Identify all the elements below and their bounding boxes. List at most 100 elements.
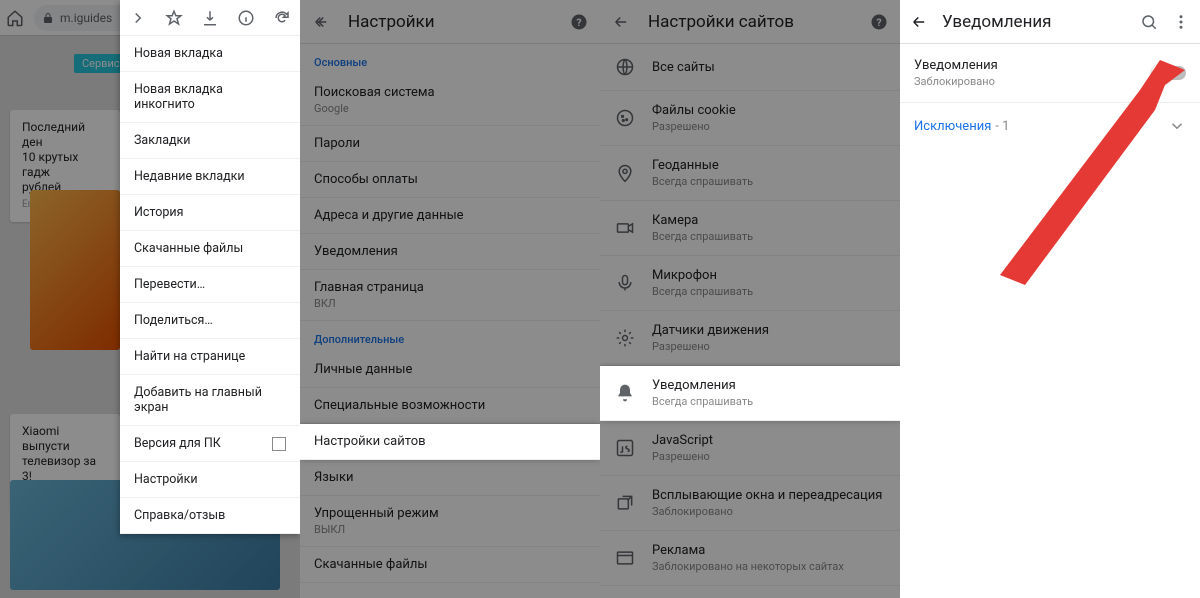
site-row-primary: Датчики движения	[652, 323, 886, 338]
menu-item[interactable]: Перевести…	[120, 267, 300, 303]
setting-row[interactable]: Специальные возможности	[300, 388, 600, 424]
site-row-secondary: Заблокировано	[652, 505, 886, 518]
settings-pane: Настройки ? Основные Поисковая системаGo…	[300, 0, 600, 598]
setting-primary: Пароли	[314, 136, 586, 151]
site-setting-row[interactable]: Все сайты	[600, 44, 900, 91]
menu-item-label: Новая вкладка инкогнито	[134, 82, 286, 112]
setting-primary: Главная страница	[314, 280, 586, 295]
setting-row[interactable]: Поисковая системаGoogle	[300, 75, 600, 126]
site-row-secondary: Всегда спрашивать	[652, 395, 886, 408]
menu-item-label: Настройки	[134, 472, 198, 487]
home-icon[interactable]	[6, 9, 24, 27]
lock-icon	[42, 12, 54, 24]
menu-item-label: Недавние вкладки	[134, 169, 245, 184]
setting-primary: Упрощенный режим	[314, 506, 586, 521]
exceptions-row[interactable]: Исключения - 1	[900, 103, 1200, 149]
site-setting-row[interactable]: ГеоданныеВсегда спрашивать	[600, 146, 900, 201]
menu-item-label: Перевести…	[134, 277, 205, 292]
settings-header: Настройки ?	[300, 0, 600, 44]
notifications-title: Уведомления	[942, 12, 1126, 32]
setting-primary: Скачанные файлы	[314, 557, 586, 572]
site-row-primary: Файлы cookie	[652, 103, 886, 118]
star-icon[interactable]	[165, 9, 183, 27]
js-icon	[614, 437, 636, 459]
setting-row[interactable]: Настройки сайтов	[300, 424, 600, 460]
menu-item-label: Новая вкладка	[134, 46, 223, 61]
menu-item[interactable]: Найти на странице	[120, 339, 300, 375]
site-setting-row[interactable]: РекламаЗаблокировано на некоторых сайтах	[600, 531, 900, 586]
setting-primary: Языки	[314, 470, 586, 485]
menu-item[interactable]: Поделиться…	[120, 303, 300, 339]
svg-text:?: ?	[876, 15, 881, 28]
site-settings-title: Настройки сайтов	[648, 12, 852, 32]
menu-item-label: Скачанные файлы	[134, 241, 243, 256]
url-text: m.iguides	[60, 11, 112, 25]
menu-item[interactable]: Версия для ПК	[120, 426, 300, 462]
setting-primary: Специальные возможности	[314, 398, 586, 413]
site-setting-row[interactable]: Файлы cookie Разрешено	[600, 91, 900, 146]
menu-item-label: История	[134, 205, 183, 220]
back-icon[interactable]	[910, 13, 928, 31]
back-icon[interactable]	[612, 13, 630, 31]
menu-item[interactable]: История	[120, 195, 300, 231]
setting-row[interactable]: Личные данные	[300, 352, 600, 388]
section-label-extra: Дополнительные	[300, 321, 600, 352]
overflow-menu: Новая вкладка Новая вкладка инкогнито Закл…	[120, 0, 300, 534]
settings-title: Настройки	[348, 12, 552, 32]
section-label-main: Основные	[300, 44, 600, 75]
setting-row[interactable]: Упрощенный режимВЫКЛ	[300, 496, 600, 547]
setting-row[interactable]: Языки	[300, 460, 600, 496]
menu-item[interactable]: Закладки	[120, 123, 300, 159]
checkbox-icon[interactable]	[272, 437, 286, 451]
notifications-toggle-row[interactable]: Уведомления Заблокировано	[900, 44, 1200, 103]
menu-item[interactable]: Настройки	[120, 462, 300, 498]
browser-pane: m.iguides Сервис Последний ден 10 крутых…	[0, 0, 300, 598]
site-settings-header: Настройки сайтов ?	[600, 0, 900, 44]
menu-item[interactable]: Справка/отзыв	[120, 498, 300, 534]
back-icon[interactable]	[312, 13, 330, 31]
site-setting-row[interactable]: Всплывающие окна и переадресацияЗаблокир…	[600, 476, 900, 531]
exceptions-count: - 1	[995, 119, 1168, 134]
notifications-toggle[interactable]	[1154, 66, 1186, 80]
menu-item[interactable]: Новая вкладка	[120, 36, 300, 72]
site-setting-row[interactable]: Уведомления Всегда спрашивать	[600, 366, 900, 421]
setting-primary: Личные данные	[314, 362, 586, 377]
menu-item[interactable]: Новая вкладка инкогнито	[120, 72, 300, 123]
site-row-secondary: Разрешено	[652, 120, 886, 133]
setting-primary: Уведомления	[314, 244, 586, 259]
setting-primary: Настройки сайтов	[314, 434, 586, 449]
site-setting-row[interactable]: Датчики движенияРазрешено	[600, 311, 900, 366]
forward-icon[interactable]	[129, 9, 147, 27]
site-setting-row[interactable]: КамераВсегда спрашивать	[600, 201, 900, 256]
site-row-primary: Все сайты	[652, 60, 886, 75]
menu-item[interactable]: Скачанные файлы	[120, 231, 300, 267]
help-icon[interactable]: ?	[870, 13, 888, 31]
setting-row[interactable]: Уведомления	[300, 234, 600, 270]
setting-row[interactable]: Скачанные файлы	[300, 547, 600, 583]
more-icon[interactable]	[1172, 13, 1190, 31]
setting-secondary: ВКЛ	[314, 297, 586, 310]
notifications-pane: Уведомления Уведомления Заблокировано Ис…	[900, 0, 1200, 598]
setting-row[interactable]: Адреса и другие данные	[300, 198, 600, 234]
setting-row[interactable]: Способы оплаты	[300, 162, 600, 198]
search-icon[interactable]	[1140, 13, 1158, 31]
site-row-secondary: Всегда спрашивать	[652, 175, 886, 188]
setting-secondary: Google	[314, 102, 586, 115]
download-icon[interactable]	[201, 9, 219, 27]
help-icon[interactable]: ?	[570, 13, 588, 31]
site-setting-row[interactable]: JavaScriptРазрешено	[600, 421, 900, 476]
info-icon[interactable]	[237, 9, 255, 27]
setting-row[interactable]: Главная страница ВКЛ	[300, 270, 600, 321]
site-setting-row[interactable]: Фоновая синхронизацияРазрешено	[600, 586, 900, 598]
site-row-secondary: Заблокировано на некоторых сайтах	[652, 560, 886, 573]
menu-item-label: Поделиться…	[134, 313, 213, 328]
motion-icon	[614, 327, 636, 349]
menu-item[interactable]: Недавние вкладки	[120, 159, 300, 195]
setting-row[interactable]: Пароли	[300, 126, 600, 162]
site-setting-row[interactable]: МикрофонВсегда спрашивать	[600, 256, 900, 311]
site-row-primary: Уведомления	[652, 378, 886, 393]
reload-icon[interactable]	[273, 9, 291, 27]
menu-item[interactable]: Добавить на главный экран	[120, 375, 300, 426]
card-title: Xiaomi выпусти телевизор за 3!	[22, 424, 108, 484]
cookie-icon	[614, 107, 636, 129]
